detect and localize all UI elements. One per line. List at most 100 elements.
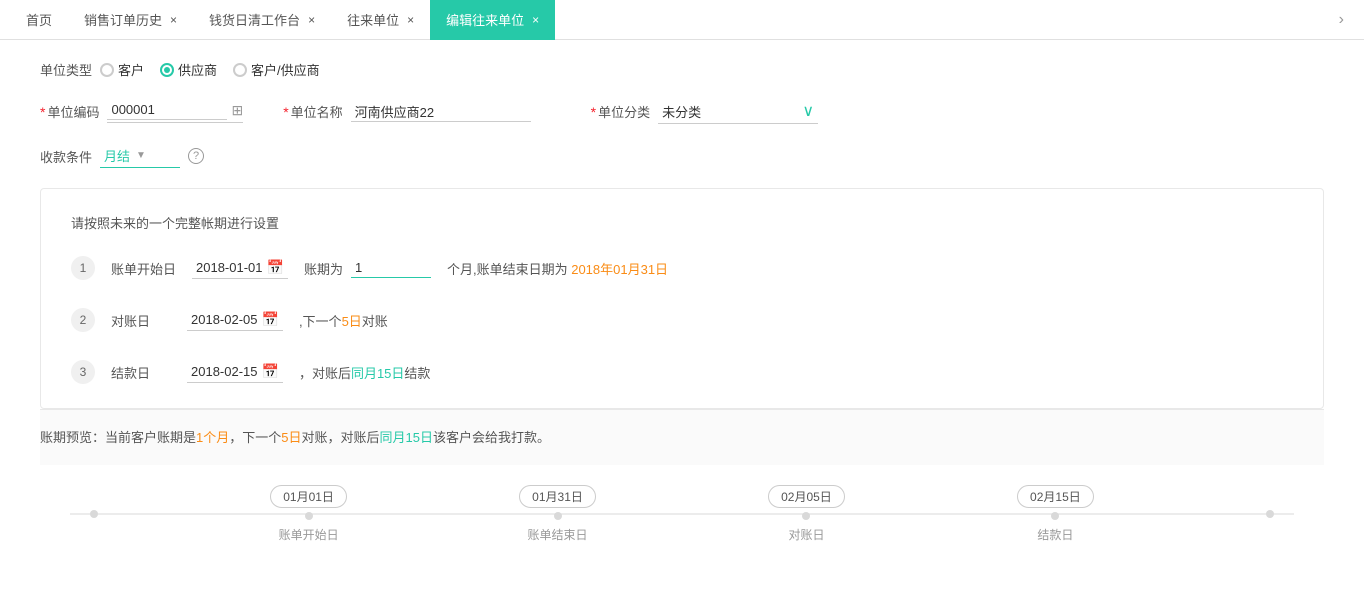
row-num-3: 3	[71, 360, 95, 384]
setting-box: 请按照未来的一个完整帐期进行设置 1 账单开始日 2018-01-01 📅 账期…	[40, 188, 1324, 409]
tab-cash-work-label: 钱货日清工作台	[209, 10, 300, 29]
payment-date-calendar-icon[interactable]: 📅	[262, 363, 279, 380]
tab-home[interactable]: 首页	[10, 0, 68, 40]
preview-prefix: 账期预览：当前客户账期是	[40, 430, 196, 445]
setting-row-2: 2 对账日 2018-02-05 📅 ,下一个5日对账	[71, 308, 1293, 332]
months-input[interactable]	[351, 258, 431, 278]
start-date-value: 2018-01-01	[196, 260, 263, 275]
reconcile-prefix: ,下一个	[299, 314, 342, 329]
unit-type-row: 单位类型 客户 供应商 客户/供应商	[40, 60, 1324, 79]
payment-row: 收款条件 月结 ▼ ?	[40, 144, 1324, 168]
copy-icon[interactable]: ⊞	[231, 102, 243, 119]
category-dropdown-arrow: ∨	[802, 101, 814, 121]
payment-date-value: 2018-02-15	[191, 364, 258, 379]
node-badge-1: 01月01日	[270, 485, 347, 508]
reconcile-desc: ,下一个5日对账	[299, 311, 388, 330]
unit-type-radio-group: 客户 供应商 客户/供应商	[100, 60, 320, 79]
row-label-3: 结款日	[111, 363, 171, 382]
payment-date-field: 2018-02-15 📅	[187, 361, 283, 383]
preview-highlight2: 5日	[281, 430, 301, 445]
node-badge-3: 02月05日	[768, 485, 845, 508]
setting-title: 请按照未来的一个完整帐期进行设置	[71, 213, 1293, 232]
node-circle-1	[305, 512, 313, 520]
radio-supplier[interactable]: 供应商	[160, 60, 217, 79]
preview-text: 账期预览：当前客户账期是1个月，下一个5日对账，对账后同月15日该客户会给我打款…	[40, 426, 1324, 449]
tab-edit-partner[interactable]: 编辑往来单位 ×	[430, 0, 555, 40]
tab-sales-history-label: 销售订单历史	[84, 10, 162, 29]
radio-both[interactable]: 客户/供应商	[233, 60, 320, 79]
name-input[interactable]	[351, 102, 531, 122]
unit-type-label: 单位类型	[40, 60, 92, 79]
tab-cash-work-close[interactable]: ×	[308, 14, 315, 26]
start-date-field: 2018-01-01 📅	[192, 257, 288, 279]
tab-partner-close[interactable]: ×	[407, 14, 414, 26]
node-circle-3	[802, 512, 810, 520]
payment-highlight: 同月15日	[351, 366, 404, 381]
timeline-node-3: 02月05日 对账日	[768, 485, 845, 543]
category-field: * 单位分类 未分类 ∨	[591, 99, 818, 124]
code-input-wrapper: ⊞	[107, 100, 243, 123]
reconcile-date-field: 2018-02-05 📅	[187, 309, 283, 331]
node-label-2: 账单结束日	[528, 526, 588, 543]
main-content: 单位类型 客户 供应商 客户/供应商 * 单位编码	[0, 40, 1364, 608]
tab-bar: 首页 销售订单历史 × 钱货日清工作台 × 往来单位 × 编辑往来单位 × ›	[0, 0, 1364, 40]
setting-row-3: 3 结款日 2018-02-15 📅 ，对账后同月15日结款	[71, 360, 1293, 384]
radio-both-label: 客户/供应商	[251, 60, 320, 79]
preview-highlight1: 1个月	[196, 430, 229, 445]
setting-row-1: 1 账单开始日 2018-01-01 📅 账期为 个月,账单结束日期为 2018…	[71, 256, 1293, 280]
reconcile-suffix: 对账	[362, 314, 388, 329]
payment-label: 收款条件	[40, 147, 92, 166]
node-circle-4	[1051, 512, 1059, 520]
payment-help-icon[interactable]: ?	[188, 148, 204, 164]
tab-sales-history[interactable]: 销售订单历史 ×	[68, 0, 193, 40]
start-date-end-text: 个月,账单结束日期为 2018年01月31日	[447, 259, 668, 278]
timeline-section: 01月01日 账单开始日 01月31日 账单结束日 02月05日 对账日 0	[40, 465, 1324, 553]
preview-middle1: ，下一个	[229, 430, 281, 445]
unit-type-field: 单位类型 客户 供应商 客户/供应商	[40, 60, 320, 79]
radio-customer-label: 客户	[118, 60, 144, 79]
tab-partner-label: 往来单位	[347, 10, 399, 29]
tab-expand-button[interactable]: ›	[1329, 11, 1354, 29]
start-date-middle: 账期为	[304, 259, 343, 278]
row-label-2: 对账日	[111, 311, 171, 330]
tab-sales-history-close[interactable]: ×	[170, 14, 177, 26]
reconcile-highlight: 5日	[342, 314, 362, 329]
category-dropdown[interactable]: 未分类 ∨	[658, 99, 818, 124]
timeline-node-4: 02月15日 结款日	[1017, 485, 1094, 543]
payment-select-arrow: ▼	[136, 150, 146, 161]
preview-middle2: 对账，对账后	[302, 430, 380, 445]
reconcile-date-value: 2018-02-05	[191, 312, 258, 327]
node-label-1: 账单开始日	[279, 526, 339, 543]
code-input[interactable]	[107, 100, 227, 120]
code-label: 单位编码	[47, 102, 99, 121]
timeline-node-1: 01月01日 账单开始日	[270, 485, 347, 543]
payment-prefix: ，对账后	[299, 366, 351, 381]
node-badge-4: 02月15日	[1017, 485, 1094, 508]
node-circle-2	[554, 512, 562, 520]
timeline-node-2: 01月31日 账单结束日	[519, 485, 596, 543]
row-label-1: 账单开始日	[111, 259, 176, 278]
payment-suffix: 结款	[404, 366, 430, 381]
tab-edit-partner-close[interactable]: ×	[532, 14, 539, 26]
category-star: *	[591, 104, 596, 120]
name-field: * 单位名称	[283, 102, 530, 122]
category-value: 未分类	[662, 102, 802, 121]
preview-highlight3: 同月15日	[380, 430, 433, 445]
radio-supplier-label: 供应商	[178, 60, 217, 79]
preview-section: 账期预览：当前客户账期是1个月，下一个5日对账，对账后同月15日该客户会给我打款…	[40, 409, 1324, 465]
reconcile-date-calendar-icon[interactable]: 📅	[262, 311, 279, 328]
end-text-label: 个月,账单结束日期为	[447, 262, 568, 277]
category-label: 单位分类	[598, 102, 650, 121]
start-date-calendar-icon[interactable]: 📅	[267, 259, 284, 276]
payment-field: 收款条件 月结 ▼ ?	[40, 144, 204, 168]
payment-select[interactable]: 月结 ▼	[100, 144, 180, 168]
radio-customer[interactable]: 客户	[100, 60, 144, 79]
code-star: *	[40, 104, 45, 120]
preview-suffix: 该客户会给我打款。	[433, 430, 550, 445]
tab-edit-partner-label: 编辑往来单位	[446, 10, 524, 29]
radio-both-circle	[233, 63, 247, 77]
code-name-row: * 单位编码 ⊞ * 单位名称 * 单位分类 未分类 ∨	[40, 99, 1324, 124]
tab-partner[interactable]: 往来单位 ×	[331, 0, 430, 40]
tab-cash-work[interactable]: 钱货日清工作台 ×	[193, 0, 331, 40]
node-label-4: 结款日	[1037, 526, 1073, 543]
